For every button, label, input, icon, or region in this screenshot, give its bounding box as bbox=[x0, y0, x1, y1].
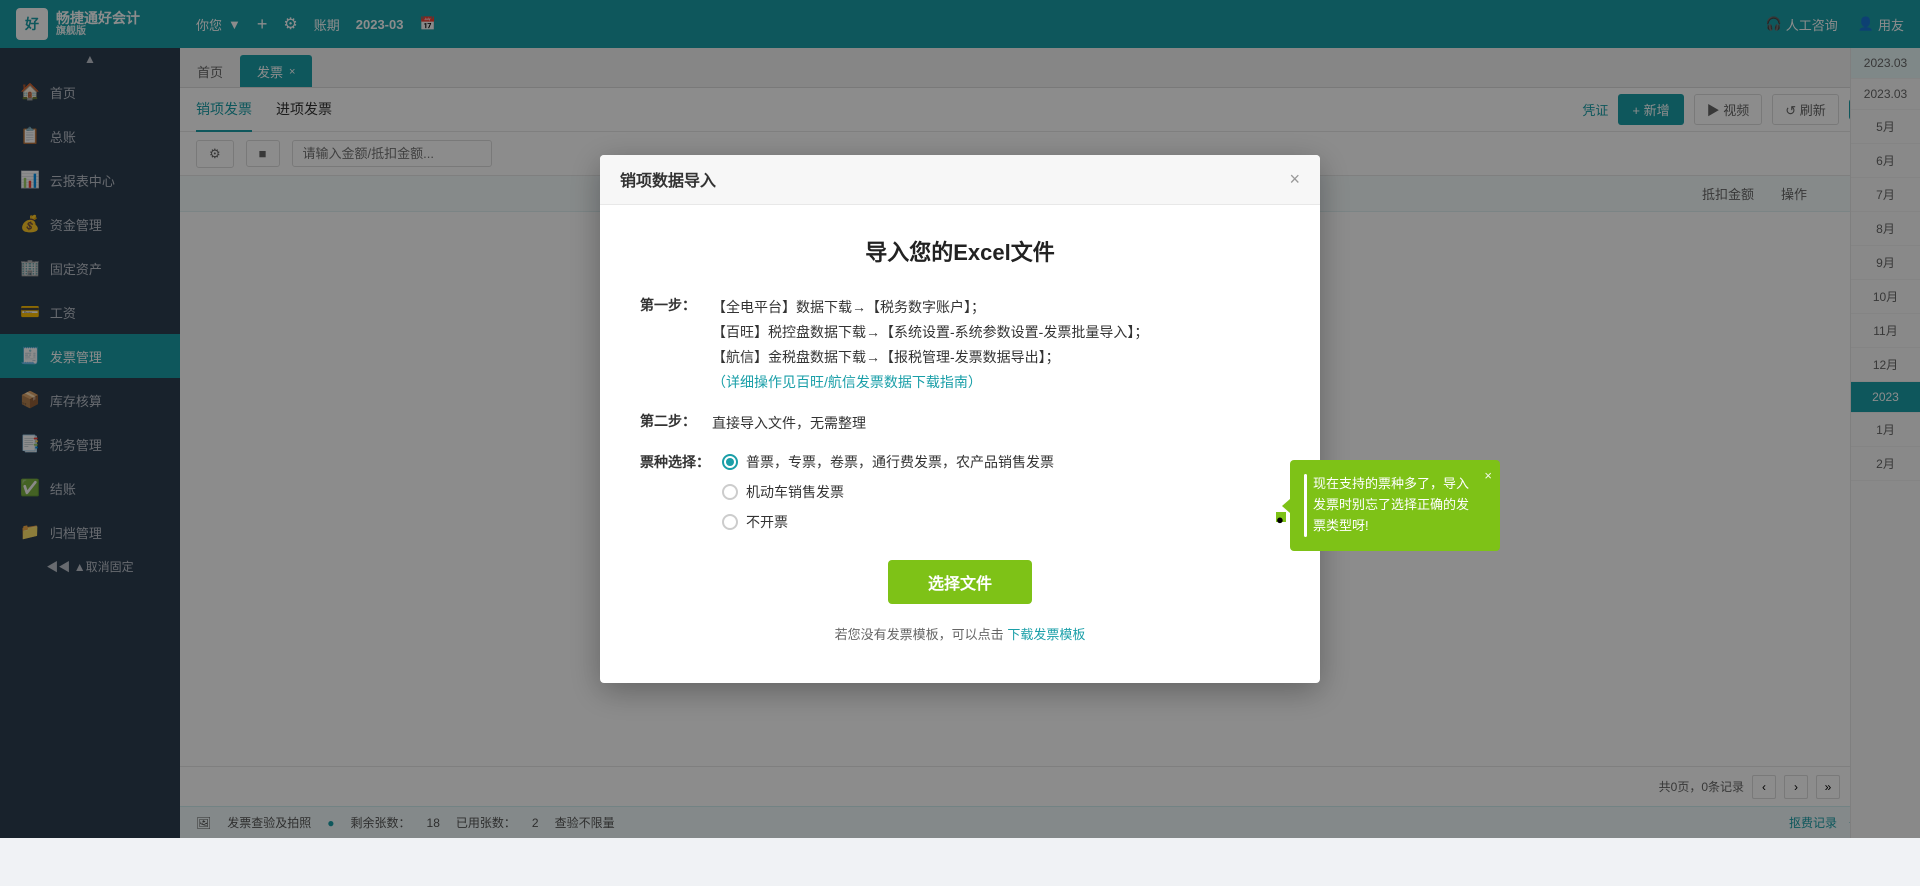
tooltip-bubble: × 现在支持的票种多了，导入发票时别忘了选择正确的发票类型呀! bbox=[1290, 460, 1500, 550]
modal-header: 销项数据导入 × bbox=[600, 155, 1320, 205]
select-file-btn[interactable]: 选择文件 bbox=[888, 560, 1032, 604]
tooltip-accent-bar bbox=[1304, 474, 1307, 536]
radio-option-3[interactable]: 不开票 bbox=[722, 512, 1054, 532]
step2-label: 第二步： bbox=[640, 411, 700, 436]
step1-line1: 【全电平台】数据下载→【税务数字账户】； bbox=[712, 295, 1148, 320]
tooltip-content: 现在支持的票种多了，导入发票时别忘了选择正确的发票类型呀! bbox=[1304, 474, 1478, 536]
tooltip-text: 现在支持的票种多了，导入发票时别忘了选择正确的发票类型呀! bbox=[1313, 474, 1478, 536]
download-row: 若您没有发票模板，可以点击 下载发票模板 bbox=[640, 624, 1280, 643]
tooltip-dot: ● bbox=[1276, 512, 1286, 522]
modal-close-btn[interactable]: × bbox=[1289, 170, 1300, 188]
step1-content: 【全电平台】数据下载→【税务数字账户】； 【百旺】税控盘数据下载→【系统设置-系… bbox=[712, 295, 1148, 396]
tooltip-arrow bbox=[1282, 499, 1290, 513]
radio-circle-1 bbox=[722, 454, 738, 470]
step1-label: 第一步： bbox=[640, 295, 700, 396]
modal-title: 销项数据导入 bbox=[620, 167, 716, 191]
step1-link[interactable]: （详细操作见百旺/航信发票数据下载指南） bbox=[712, 370, 1148, 395]
tooltip-close-btn[interactable]: × bbox=[1484, 466, 1492, 487]
ticket-select-row: 票种选择： 普票，专票，卷票，通行费发票，农产品销售发票 机动车销售发票 bbox=[640, 452, 1280, 532]
radio-label-2: 机动车销售发票 bbox=[746, 482, 844, 502]
modal-body: 导入您的Excel文件 第一步： 【全电平台】数据下载→【税务数字账户】； 【百… bbox=[600, 205, 1320, 684]
step2-content: 直接导入文件，无需整理 bbox=[712, 411, 866, 436]
radio-dot-1 bbox=[726, 458, 734, 466]
ticket-select-label: 票种选择： bbox=[640, 452, 710, 472]
radio-label-1: 普票，专票，卷票，通行费发票，农产品销售发票 bbox=[746, 452, 1054, 472]
radio-option-2[interactable]: 机动车销售发票 bbox=[722, 482, 1054, 502]
step1-line3: 【航信】金税盘数据下载→【报税管理-发票数据导出】； bbox=[712, 345, 1148, 370]
modal-overlay[interactable]: 销项数据导入 × 导入您的Excel文件 第一步： 【全电平台】数据下载→【税务… bbox=[0, 0, 1920, 838]
radio-group: 普票，专票，卷票，通行费发票，农产品销售发票 机动车销售发票 不开票 bbox=[718, 452, 1054, 532]
download-template-link[interactable]: 下载发票模板 bbox=[1007, 627, 1085, 642]
modal-main-title: 导入您的Excel文件 bbox=[640, 235, 1280, 267]
step1-line2: 【百旺】税控盘数据下载→【系统设置-系统参数设置-发票批量导入】； bbox=[712, 320, 1148, 345]
footer-text: 若您没有发票模板，可以点击 bbox=[835, 627, 1004, 642]
tooltip-area: ● × 现在支持的票种多了，导入发票时别忘了选择正确的发票类型呀! bbox=[1276, 452, 1500, 550]
radio-circle-3 bbox=[722, 514, 738, 530]
modal: 销项数据导入 × 导入您的Excel文件 第一步： 【全电平台】数据下载→【税务… bbox=[600, 155, 1320, 684]
select-file-row: 选择文件 bbox=[640, 560, 1280, 604]
radio-circle-2 bbox=[722, 484, 738, 500]
radio-option-1[interactable]: 普票，专票，卷票，通行费发票，农产品销售发票 bbox=[722, 452, 1054, 472]
step1-row: 第一步： 【全电平台】数据下载→【税务数字账户】； 【百旺】税控盘数据下载→【系… bbox=[640, 295, 1280, 396]
radio-label-3: 不开票 bbox=[746, 512, 788, 532]
step2-row: 第二步： 直接导入文件，无需整理 bbox=[640, 411, 1280, 436]
